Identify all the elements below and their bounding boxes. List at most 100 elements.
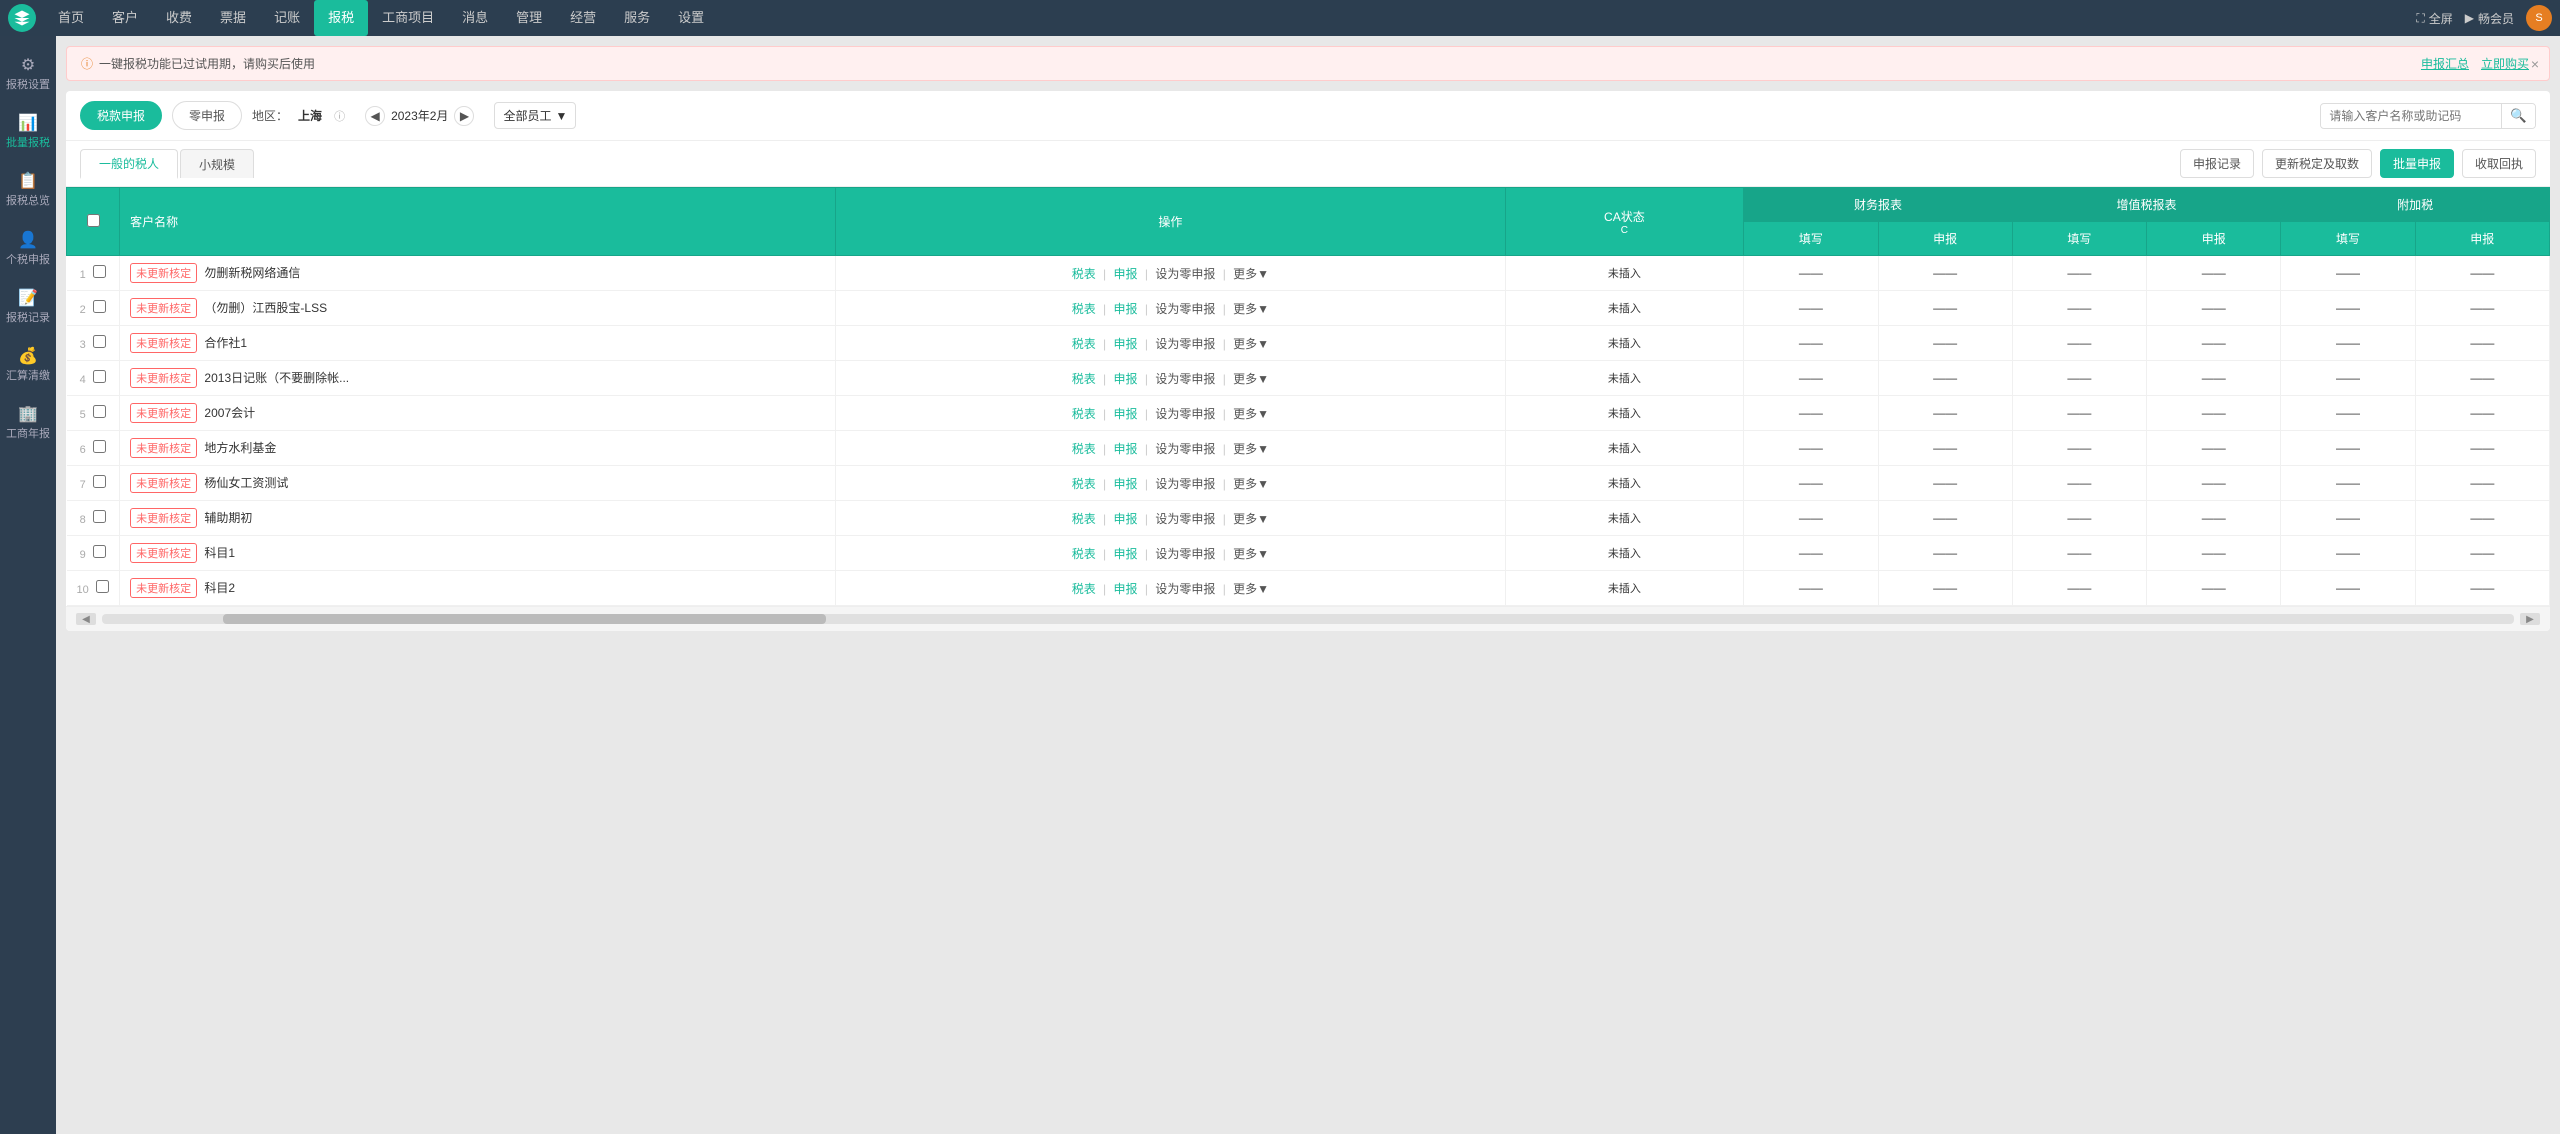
- staff-label: 全部员工: [503, 107, 551, 124]
- row-op1-5[interactable]: 税表: [1072, 442, 1096, 456]
- sidebar-item-tax-overview[interactable]: 📋 报税总览: [0, 160, 56, 218]
- row-op3-8[interactable]: 设为零申报: [1155, 547, 1215, 561]
- row-op4-8[interactable]: 更多▼: [1233, 547, 1269, 561]
- row-check-8[interactable]: [93, 545, 106, 558]
- row-checkbox-3: 4: [67, 361, 120, 396]
- next-month-btn[interactable]: ▶: [454, 106, 474, 126]
- row-op2-3[interactable]: 申报: [1114, 372, 1138, 386]
- scroll-track[interactable]: [102, 614, 2514, 624]
- row-op4-3[interactable]: 更多▼: [1233, 372, 1269, 386]
- nav-business[interactable]: 工商项目: [368, 0, 448, 36]
- row-check-4[interactable]: [93, 405, 106, 418]
- region-label: 地区：: [252, 107, 288, 124]
- row-op2-0[interactable]: 申报: [1114, 267, 1138, 281]
- nav-tax[interactable]: 报税: [314, 0, 368, 36]
- collect-receipt-btn[interactable]: 收取回执: [2462, 149, 2536, 178]
- tab-zero-declaration[interactable]: 零申报: [172, 101, 242, 130]
- sub-tab-general-tax[interactable]: 一般的税人: [80, 149, 178, 179]
- row-op4-4[interactable]: 更多▼: [1233, 407, 1269, 421]
- avatar[interactable]: S: [2526, 5, 2552, 31]
- row-op3-5[interactable]: 设为零申报: [1155, 442, 1215, 456]
- banner-link-buy[interactable]: 立即购买: [2481, 55, 2529, 72]
- row-op2-6[interactable]: 申报: [1114, 477, 1138, 491]
- row-op4-5[interactable]: 更多▼: [1233, 442, 1269, 456]
- banner-link-summary[interactable]: 申报汇总: [2421, 55, 2469, 72]
- row-op1-4[interactable]: 税表: [1072, 407, 1096, 421]
- select-all-checkbox[interactable]: [87, 214, 100, 227]
- tab-tax-declaration[interactable]: 税款申报: [80, 101, 162, 130]
- row-op1-9[interactable]: 税表: [1072, 582, 1096, 596]
- row-op3-6[interactable]: 设为零申报: [1155, 477, 1215, 491]
- scroll-left-btn[interactable]: ◀: [76, 613, 96, 625]
- fullscreen-btn[interactable]: ⛶ 全屏: [2416, 10, 2452, 27]
- update-tax-settings-btn[interactable]: 更新税定及取数: [2262, 149, 2372, 178]
- row-check-2[interactable]: [93, 335, 106, 348]
- batch-declare-btn[interactable]: 批量申报: [2380, 149, 2454, 178]
- row-op3-2[interactable]: 设为零申报: [1155, 337, 1215, 351]
- sidebar-item-batch-tax[interactable]: 📊 批量报税: [0, 102, 56, 160]
- scroll-right-btn[interactable]: ▶: [2520, 613, 2540, 625]
- row-op4-6[interactable]: 更多▼: [1233, 477, 1269, 491]
- row-op2-4[interactable]: 申报: [1114, 407, 1138, 421]
- sidebar-item-tax-records[interactable]: 📝 报税记录: [0, 277, 56, 335]
- row-op3-7[interactable]: 设为零申报: [1155, 512, 1215, 526]
- row-op1-8[interactable]: 税表: [1072, 547, 1096, 561]
- row-check-1[interactable]: [93, 300, 106, 313]
- sidebar-item-personal-tax[interactable]: 👤 个税申报: [0, 219, 56, 277]
- search-input[interactable]: [2321, 105, 2501, 127]
- row-op1-2[interactable]: 税表: [1072, 337, 1096, 351]
- row-op2-1[interactable]: 申报: [1114, 302, 1138, 316]
- row-operations-4: 税表 | 申报 | 设为零申报 | 更多▼: [836, 396, 1505, 431]
- row-op4-1[interactable]: 更多▼: [1233, 302, 1269, 316]
- row-op1-0[interactable]: 税表: [1072, 267, 1096, 281]
- row-op2-2[interactable]: 申报: [1114, 337, 1138, 351]
- row-check-5[interactable]: [93, 440, 106, 453]
- row-check-3[interactable]: [93, 370, 106, 383]
- sidebar-item-settlement[interactable]: 💰 汇算清缴: [0, 335, 56, 393]
- row-check-0[interactable]: [93, 265, 106, 278]
- sub-tab-small-scale[interactable]: 小规模: [180, 149, 254, 178]
- row-ca-status-4: 未插入: [1505, 396, 1744, 431]
- nav-service[interactable]: 服务: [610, 0, 664, 36]
- row-op3-3[interactable]: 设为零申报: [1155, 372, 1215, 386]
- sidebar-item-tax-settings[interactable]: ⚙ 报税设置: [0, 44, 56, 102]
- row-op3-4[interactable]: 设为零申报: [1155, 407, 1215, 421]
- row-op2-5[interactable]: 申报: [1114, 442, 1138, 456]
- nav-operation[interactable]: 经营: [556, 0, 610, 36]
- nav-billing[interactable]: 收费: [152, 0, 206, 36]
- row-op4-9[interactable]: 更多▼: [1233, 582, 1269, 596]
- row-op1-3[interactable]: 税表: [1072, 372, 1096, 386]
- row-op4-7[interactable]: 更多▼: [1233, 512, 1269, 526]
- nav-invoice[interactable]: 票据: [206, 0, 260, 36]
- row-op1-6[interactable]: 税表: [1072, 477, 1096, 491]
- row-check-9[interactable]: [96, 580, 109, 593]
- row-op3-0[interactable]: 设为零申报: [1155, 267, 1215, 281]
- row-check-6[interactable]: [93, 475, 106, 488]
- row-op4-2[interactable]: 更多▼: [1233, 337, 1269, 351]
- nav-customer[interactable]: 客户: [98, 0, 152, 36]
- row-op1-7[interactable]: 税表: [1072, 512, 1096, 526]
- row-op2-7[interactable]: 申报: [1114, 512, 1138, 526]
- banner-close-btn[interactable]: ×: [2531, 56, 2539, 72]
- upgrade-btn[interactable]: ▶ 畅会员: [2465, 10, 2514, 27]
- nav-accounting[interactable]: 记账: [260, 0, 314, 36]
- prev-month-btn[interactable]: ◀: [365, 106, 385, 126]
- row-op3-1[interactable]: 设为零申报: [1155, 302, 1215, 316]
- declare-records-btn[interactable]: 申报记录: [2180, 149, 2254, 178]
- row-op4-0[interactable]: 更多▼: [1233, 267, 1269, 281]
- nav-manage[interactable]: 管理: [502, 0, 556, 36]
- staff-selector[interactable]: 全部员工 ▼: [494, 102, 576, 129]
- search-button[interactable]: 🔍: [2501, 104, 2535, 128]
- row-op2-9[interactable]: 申报: [1114, 582, 1138, 596]
- nav-settings[interactable]: 设置: [664, 0, 718, 36]
- row-op3-9[interactable]: 设为零申报: [1155, 582, 1215, 596]
- row-op2-8[interactable]: 申报: [1114, 547, 1138, 561]
- sidebar-item-annual-report[interactable]: 🏢 工商年报: [0, 393, 56, 451]
- scroll-thumb: [223, 614, 826, 624]
- row-check-7[interactable]: [93, 510, 106, 523]
- nav-home[interactable]: 首页: [44, 0, 98, 36]
- row-client-name-7: 未更新核定 辅助期初: [120, 501, 836, 536]
- nav-message[interactable]: 消息: [448, 0, 502, 36]
- row-op1-1[interactable]: 税表: [1072, 302, 1096, 316]
- row-add2-9: ——: [2415, 571, 2549, 606]
